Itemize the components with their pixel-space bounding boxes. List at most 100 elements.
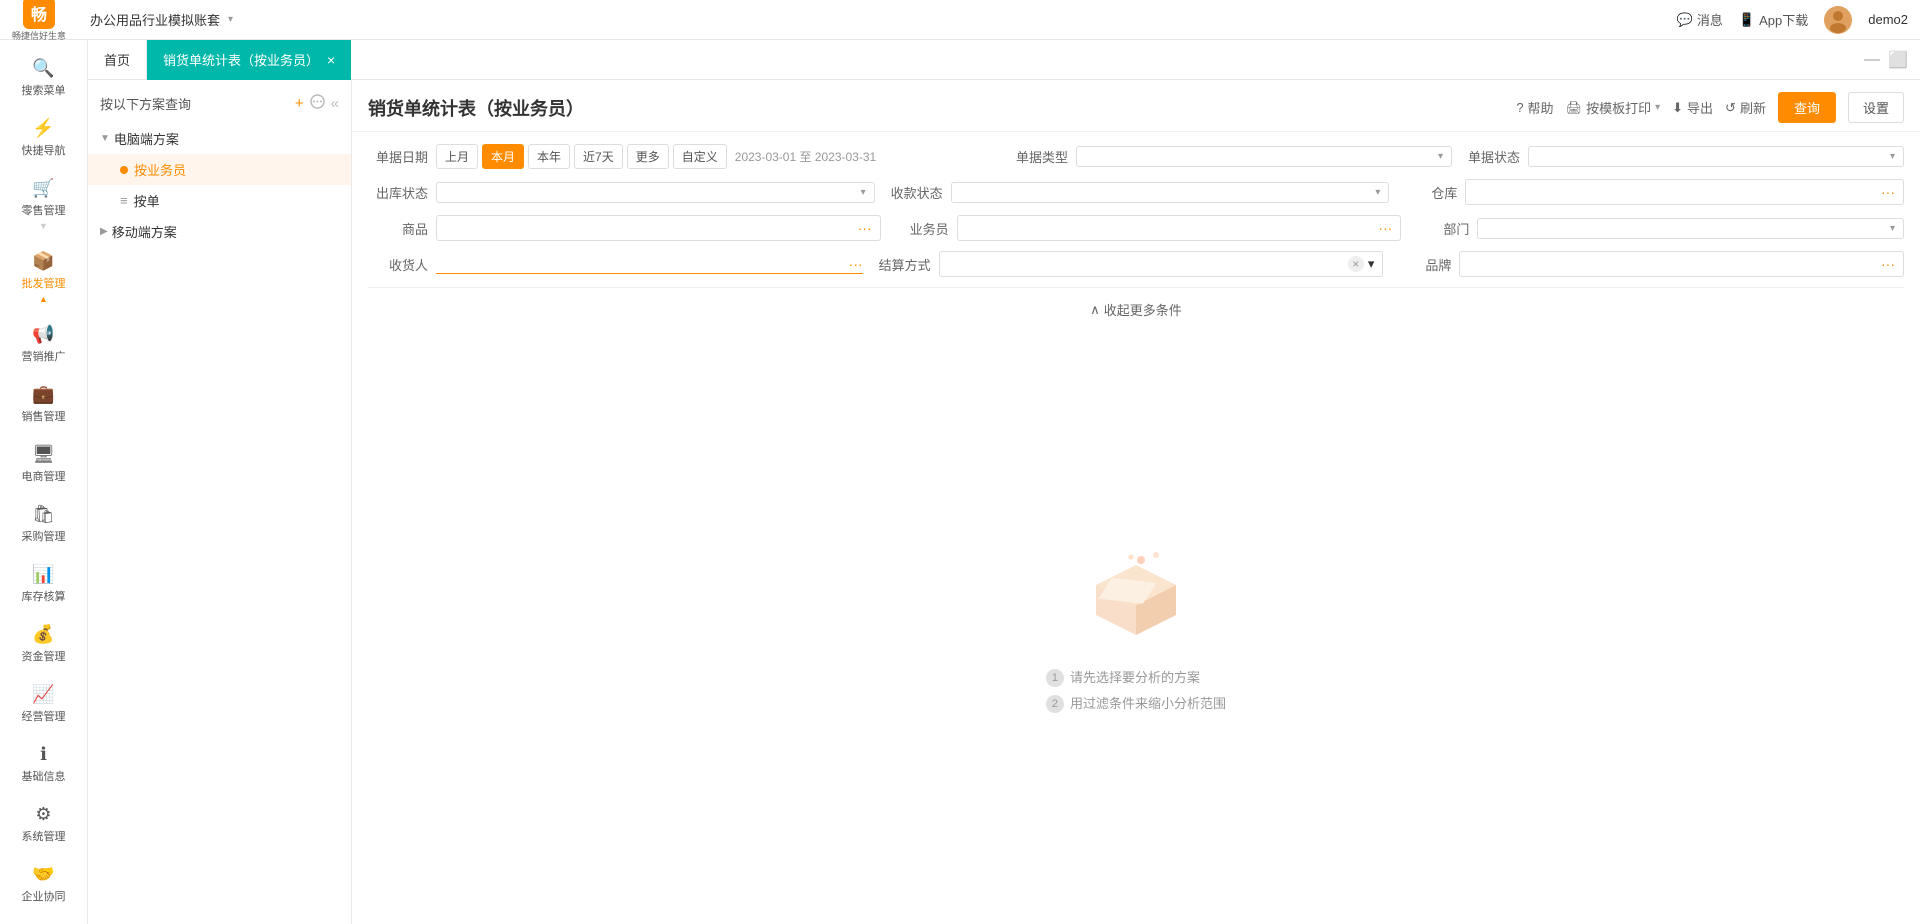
sidebar-item-marketing[interactable]: 📢 营销推广 (0, 314, 87, 374)
tab-home[interactable]: 首页 (88, 40, 147, 80)
date-btn-more[interactable]: 更多 (627, 144, 669, 169)
date-btn-last-7-days[interactable]: 近7天 (574, 144, 623, 169)
query-btn[interactable]: 查询 (1778, 92, 1836, 123)
goods-dots[interactable]: ··· (858, 220, 872, 236)
logo-area: 畅 畅捷信好生意 (12, 0, 66, 42)
consignee-dots[interactable]: ··· (849, 256, 863, 272)
left-panel-title: 按以下方案查询 (100, 94, 191, 113)
message-icon: 💬 (1677, 12, 1693, 28)
outbound-label: 出库状态 (368, 183, 428, 202)
payment-status-select[interactable]: ▾ (951, 182, 1390, 203)
salesperson-label: 业务员 (889, 219, 949, 238)
print-dropdown-icon[interactable]: ▾ (1655, 102, 1660, 113)
sidebar-label-operations: 经营管理 (22, 708, 66, 724)
date-btn-last-month[interactable]: 上月 (436, 144, 478, 169)
order-type-control: ▾ (1076, 146, 1452, 167)
app-download-btn[interactable]: 📱 App下载 (1739, 10, 1808, 29)
export-btn[interactable]: ⬇ 导出 (1672, 98, 1713, 117)
tree-parent-desktop[interactable]: ▼ 电脑端方案 (88, 123, 351, 154)
app-download-label: App下载 (1759, 10, 1808, 29)
date-btn-custom[interactable]: 自定义 (673, 144, 727, 169)
add-scheme-btn[interactable]: + (295, 95, 304, 112)
order-type-select[interactable]: ▾ (1076, 146, 1452, 167)
tree-label-desktop: 电脑端方案 (114, 129, 179, 148)
tab-maximize-btn[interactable]: ⬜ (1888, 50, 1908, 70)
sidebar-item-sales[interactable]: 💼 销售管理 (0, 374, 87, 434)
system-icon: ⚙ (35, 804, 51, 825)
collapse-btn[interactable]: ∧ 收起更多条件 (1084, 294, 1188, 325)
sidebar-item-retail[interactable]: 🛒 零售管理 ▼ (0, 168, 87, 241)
collapse-left-panel-btn[interactable]: « (331, 95, 339, 112)
edit-scheme-btn[interactable] (310, 94, 325, 113)
message-btn[interactable]: 💬 消息 (1677, 10, 1723, 29)
sidebar-label-ecommerce: 电商管理 (22, 468, 66, 484)
system-name: 办公用品行业模拟账套 (90, 10, 220, 29)
search-icon: 🔍 (32, 58, 54, 79)
order-status-select[interactable]: ▾ (1528, 146, 1904, 167)
sidebar-item-ecommerce[interactable]: 🖥 电商管理 (0, 434, 87, 494)
inventory-icon: 📊 (32, 564, 54, 585)
sidebar-item-shortcuts[interactable]: ⚡ 快捷导航 (0, 108, 87, 168)
salesperson-dots[interactable]: ··· (1378, 220, 1392, 236)
date-range-display: 2023-03-01 至 2023-03-31 (735, 148, 876, 165)
purchase-icon: 🛍 (32, 504, 55, 525)
sidebar-item-operations[interactable]: 📈 经营管理 (0, 674, 87, 734)
payment-method-control[interactable]: × ▾ (939, 251, 1384, 277)
print-icon: 🖨 (1566, 100, 1583, 116)
tab-close-btn[interactable]: × (327, 52, 335, 68)
user-avatar[interactable] (1824, 6, 1852, 34)
sidebar-label-wholesale: 批发管理 (22, 275, 66, 291)
brand-control[interactable]: ··· (1459, 251, 1904, 277)
outbound-select[interactable]: ▾ (436, 182, 875, 203)
sidebar-label-basic-info: 基础信息 (22, 768, 66, 784)
sidebar-item-finance[interactable]: 💰 资金管理 (0, 614, 87, 674)
sidebar-item-search[interactable]: 🔍 搜索菜单 (0, 48, 87, 108)
refresh-btn[interactable]: ↺ 刷新 (1725, 98, 1766, 117)
order-type-arrow: ▾ (1438, 151, 1443, 162)
order-status-label: 单据状态 (1460, 147, 1520, 166)
help-btn[interactable]: ? 帮助 (1516, 98, 1553, 117)
goods-control[interactable]: ··· (436, 215, 881, 241)
content-area: 首页 销货单统计表（按业务员） × — ⬜ 按以下方案查询 (88, 40, 1920, 924)
tip-num-2: 2 (1046, 695, 1064, 713)
tree-parent-mobile[interactable]: ▶ 移动端方案 (88, 216, 351, 247)
sidebar-item-corp[interactable]: 🤝 企业协同 (0, 854, 87, 914)
ecommerce-icon: 🖥 (32, 444, 55, 465)
sidebar-item-inventory[interactable]: 📊 库存核算 (0, 554, 87, 614)
brand-dots[interactable]: ··· (1881, 256, 1895, 272)
tab-sales-stat[interactable]: 销货单统计表（按业务员） × (147, 40, 351, 80)
sidebar-item-newbie[interactable]: 🆕 新手引导 (0, 914, 87, 924)
header-actions: ? 帮助 🖨 按模板打印 ▾ ⬇ 导出 (1516, 92, 1904, 123)
tab-minimize-btn[interactable]: — (1864, 51, 1880, 69)
retail-icon: 🛒 (32, 178, 54, 199)
tree-child-by-order[interactable]: ≡ 按单 (88, 185, 351, 216)
warehouse-select[interactable]: ··· (1465, 179, 1904, 205)
sidebar-label-retail: 零售管理 (22, 202, 66, 218)
settings-btn[interactable]: 设置 (1848, 92, 1904, 123)
sidebar-item-wholesale[interactable]: 📦 批发管理 ▲ (0, 241, 87, 314)
active-tab-label: 销货单统计表（按业务员） (163, 50, 319, 69)
username-label[interactable]: demo2 (1868, 12, 1908, 27)
system-dropdown-arrow[interactable]: ▾ (228, 14, 233, 25)
sidebar-label-system: 系统管理 (22, 828, 66, 844)
date-btn-this-year[interactable]: 本年 (528, 144, 570, 169)
outbound-arrow: ▾ (861, 187, 866, 198)
warehouse-dots[interactable]: ··· (1881, 184, 1895, 200)
sales-icon: 💼 (32, 384, 54, 405)
consignee-input[interactable] (436, 254, 849, 273)
department-select[interactable]: ▾ (1477, 218, 1904, 239)
active-indicator (120, 166, 128, 174)
tab-bar-actions: — ⬜ (1864, 50, 1920, 70)
salesperson-control[interactable]: ··· (957, 215, 1402, 241)
tree-child-by-salesperson[interactable]: 按业务员 (88, 154, 351, 185)
basic-info-icon: ℹ (40, 744, 47, 765)
sidebar-item-system[interactable]: ⚙ 系统管理 (0, 794, 87, 854)
main-area: 🔍 搜索菜单 ⚡ 快捷导航 🛒 零售管理 ▼ 📦 批发管理 ▲ 📢 营销推广 (0, 40, 1920, 924)
date-btn-this-month[interactable]: 本月 (482, 144, 524, 169)
sidebar-item-basic-info[interactable]: ℹ 基础信息 (0, 734, 87, 794)
sidebar-item-purchase[interactable]: 🛍 采购管理 (0, 494, 87, 554)
brand-label: 品牌 (1391, 255, 1451, 274)
payment-method-clear-btn[interactable]: × (1348, 256, 1364, 272)
operations-icon: 📈 (32, 684, 54, 705)
print-btn[interactable]: 🖨 按模板打印 ▾ (1566, 98, 1661, 117)
